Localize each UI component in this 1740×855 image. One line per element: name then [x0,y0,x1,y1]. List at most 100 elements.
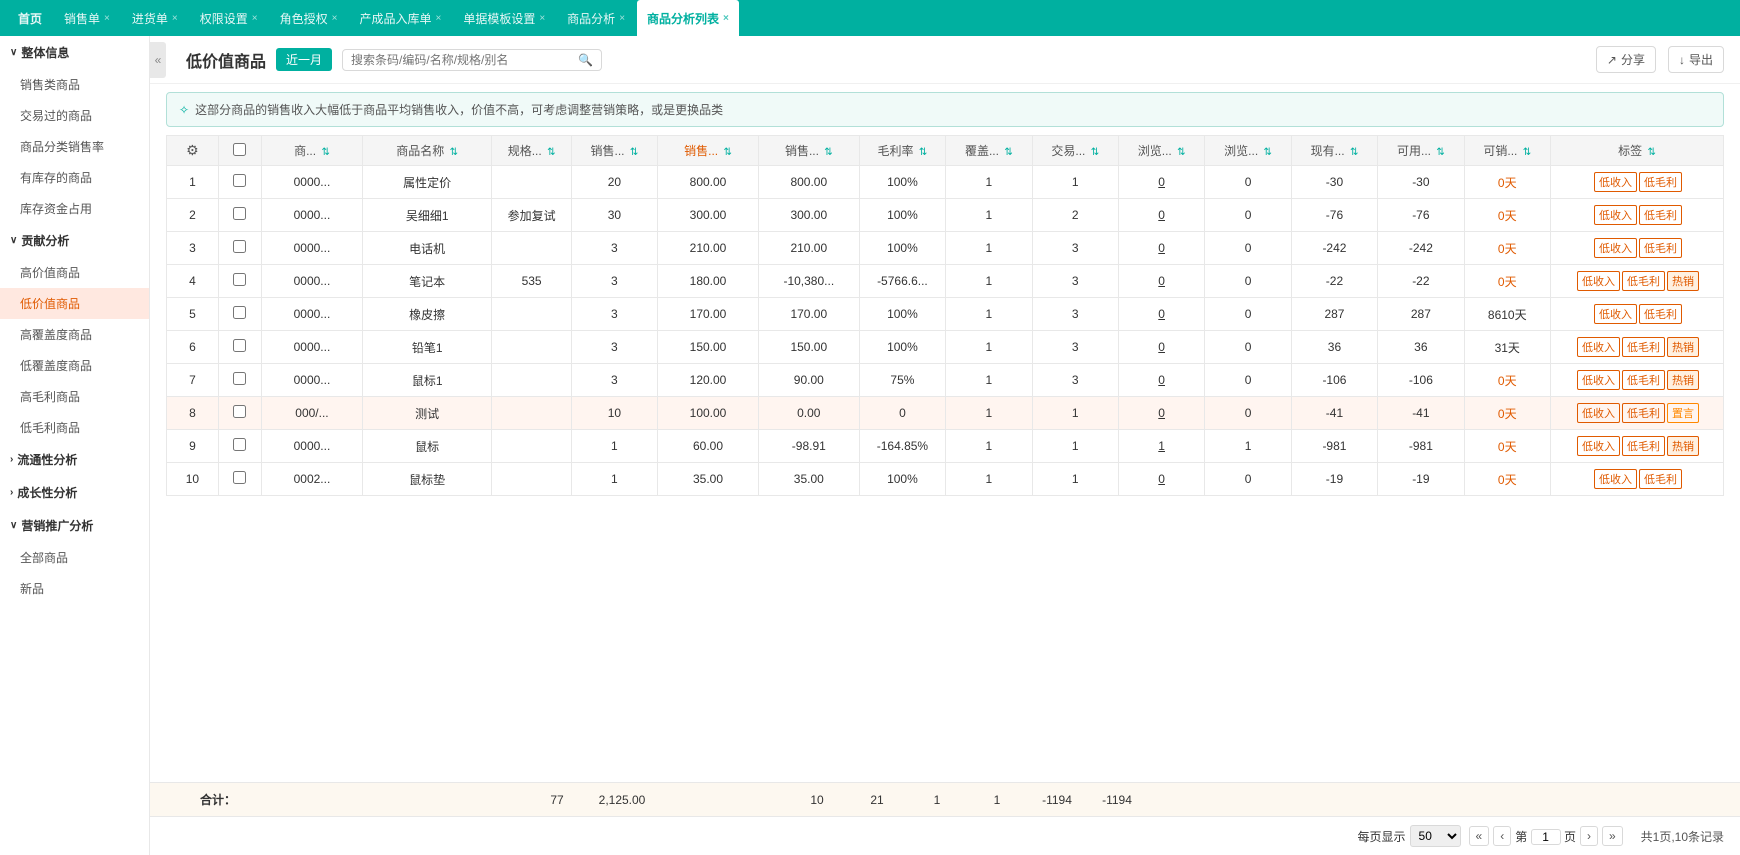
nav-item-auth-settings[interactable]: 权限设置 × [190,0,268,36]
search-icon[interactable]: 🔍 [578,53,593,67]
last-page-button[interactable]: » [1602,826,1623,846]
row-checkbox-cell[interactable] [218,232,261,265]
row-checkbox[interactable] [233,174,246,187]
row-name: 吴细细1 [362,199,492,232]
gear-icon[interactable]: ⚙ [186,142,199,158]
col-header-settings[interactable]: ⚙ [167,136,219,166]
select-all-checkbox[interactable] [233,143,246,156]
sidebar-item-low-coverage[interactable]: 低覆盖度商品 [0,350,149,381]
nav-item-product-stock[interactable]: 产成品入库单 × [349,0,451,36]
browse-link[interactable]: 1 [1158,439,1165,453]
col-header-cover[interactable]: 覆盖... ⇅ [946,136,1032,166]
sidebar: ∨ 整体信息 销售类商品 交易过的商品 商品分类销售率 有库存的商品 库存资金占… [0,36,150,855]
nav-item-purchase[interactable]: 进货单 × [122,0,188,36]
col-header-sellable[interactable]: 可销... ⇅ [1464,136,1550,166]
close-icon[interactable]: × [104,13,110,24]
period-button[interactable]: 近一月 [276,48,332,71]
sidebar-item-category-sales-rate[interactable]: 商品分类销售率 [0,131,149,162]
col-header-spec[interactable]: 规格... ⇅ [492,136,571,166]
prev-page-button[interactable]: ‹ [1493,826,1511,846]
sidebar-section-growth[interactable]: › 成长性分析 [0,476,149,509]
col-header-browse2[interactable]: 浏览... ⇅ [1205,136,1291,166]
row-checkbox-cell[interactable] [218,331,261,364]
row-checkbox[interactable] [233,273,246,286]
sidebar-section-overall[interactable]: ∨ 整体信息 [0,36,149,69]
row-checkbox-cell[interactable] [218,166,261,199]
col-header-check[interactable] [218,136,261,166]
browse-link[interactable]: 0 [1158,208,1165,222]
close-icon[interactable]: × [619,13,625,24]
page-number-input[interactable] [1531,829,1561,845]
col-header-sales-cost[interactable]: 销售... ⇅ [758,136,859,166]
nav-item-template-settings[interactable]: 单据模板设置 × [453,0,555,36]
close-icon[interactable]: × [435,13,441,24]
col-header-stock1[interactable]: 现有... ⇅ [1291,136,1377,166]
sidebar-item-high-value[interactable]: 高价值商品 [0,257,149,288]
row-checkbox[interactable] [233,405,246,418]
row-checkbox[interactable] [233,240,246,253]
sidebar-item-stock-capital[interactable]: 库存资金占用 [0,193,149,224]
col-header-stock2[interactable]: 可用... ⇅ [1378,136,1464,166]
row-checkbox-cell[interactable] [218,199,261,232]
col-header-sales-qty[interactable]: 销售... ⇅ [571,136,657,166]
next-page-button[interactable]: › [1580,826,1598,846]
browse-link[interactable]: 0 [1158,406,1165,420]
browse-link[interactable]: 0 [1158,307,1165,321]
row-checkbox[interactable] [233,471,246,484]
browse-link[interactable]: 0 [1158,340,1165,354]
sidebar-item-all-goods[interactable]: 全部商品 [0,542,149,573]
sidebar-item-traded-goods[interactable]: 交易过的商品 [0,100,149,131]
col-header-code[interactable]: 商... ⇅ [262,136,363,166]
row-checkbox[interactable] [233,339,246,352]
export-button[interactable]: ↓ 导出 [1668,46,1724,73]
sidebar-item-high-profit[interactable]: 高毛利商品 [0,381,149,412]
row-checkbox-cell[interactable] [218,397,261,430]
sidebar-item-sales-goods[interactable]: 销售类商品 [0,69,149,100]
col-header-profit-rate[interactable]: 毛利率 ⇅ [859,136,945,166]
nav-item-product-analysis[interactable]: 商品分析 × [557,0,635,36]
row-index: 9 [167,430,219,463]
nav-item-product-analysis-list[interactable]: 商品分析列表 × [637,0,739,36]
col-header-name[interactable]: 商品名称 ⇅ [362,136,492,166]
col-header-browse1[interactable]: 浏览... ⇅ [1118,136,1204,166]
close-icon[interactable]: × [332,13,338,24]
row-checkbox-cell[interactable] [218,364,261,397]
nav-item-sales[interactable]: 销售单 × [54,0,120,36]
sidebar-section-contribution[interactable]: ∨ 贡献分析 [0,224,149,257]
close-icon[interactable]: × [252,13,258,24]
sidebar-section-marketing[interactable]: ∨ 营销推广分析 [0,509,149,542]
page-size-dropdown[interactable]: 50 10 20 100 [1410,825,1461,847]
close-icon[interactable]: × [172,13,178,24]
col-header-tag[interactable]: 标签 ⇅ [1550,136,1723,166]
browse-link[interactable]: 0 [1158,472,1165,486]
row-checkbox-cell[interactable] [218,430,261,463]
col-header-sales-amt[interactable]: 销售... ⇅ [658,136,759,166]
sidebar-item-high-coverage[interactable]: 高覆盖度商品 [0,319,149,350]
browse-link[interactable]: 0 [1158,175,1165,189]
row-checkbox[interactable] [233,438,246,451]
browse-link[interactable]: 0 [1158,274,1165,288]
sidebar-item-low-profit[interactable]: 低毛利商品 [0,412,149,443]
browse-link[interactable]: 0 [1158,241,1165,255]
sidebar-item-low-value[interactable]: 低价值商品 [0,288,149,319]
row-checkbox-cell[interactable] [218,265,261,298]
row-checkbox[interactable] [233,372,246,385]
share-button[interactable]: ↗ 分享 [1596,46,1656,73]
row-browse2: 0 [1205,298,1291,331]
row-checkbox[interactable] [233,207,246,220]
row-checkbox-cell[interactable] [218,298,261,331]
nav-item-role-auth[interactable]: 角色授权 × [270,0,348,36]
row-checkbox[interactable] [233,306,246,319]
close-icon[interactable]: × [539,13,545,24]
sidebar-item-stocked-goods[interactable]: 有库存的商品 [0,162,149,193]
sidebar-collapse-button[interactable]: « [150,42,166,78]
search-input[interactable] [351,53,572,67]
nav-home[interactable]: 首页 [8,0,52,36]
browse-link[interactable]: 0 [1158,373,1165,387]
sidebar-section-liquidity[interactable]: › 流通性分析 [0,443,149,476]
row-checkbox-cell[interactable] [218,463,261,496]
sidebar-item-new-goods[interactable]: 新品 [0,573,149,604]
col-header-trade[interactable]: 交易... ⇅ [1032,136,1118,166]
close-icon[interactable]: × [723,13,729,24]
first-page-button[interactable]: « [1469,826,1490,846]
